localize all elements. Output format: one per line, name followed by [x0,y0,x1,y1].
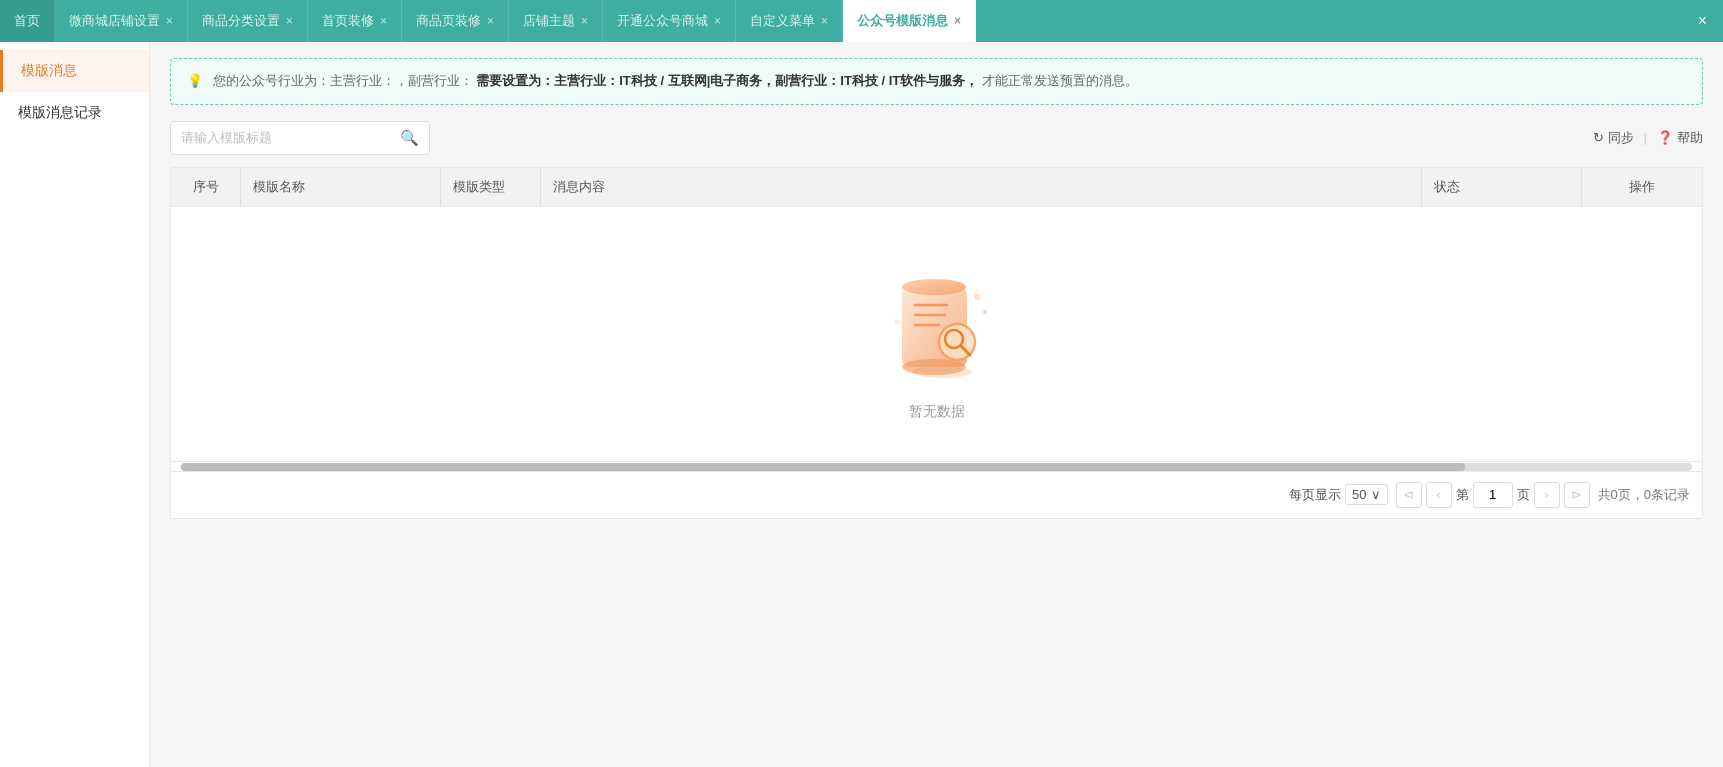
page-suffix-label: 页 [1517,486,1530,504]
svg-point-10 [974,294,980,300]
col-header-content: 消息内容 [541,168,1422,206]
col-header-status: 状态 [1422,168,1582,206]
sidebar: 模版消息 模版消息记录 [0,42,150,767]
svg-point-2 [902,279,966,295]
last-page-button[interactable]: ⊳ [1564,482,1590,508]
first-page-button[interactable]: ⊲ [1396,482,1422,508]
chevron-down-icon: ∨ [1371,487,1381,502]
tab-category[interactable]: 商品分类设置 × [188,0,308,42]
svg-point-12 [894,319,899,324]
help-icon: ❓ [1657,130,1673,145]
scrollbar-track [181,463,1692,471]
tab-weishop[interactable]: 微商城店铺设置 × [55,0,188,42]
tab-custommenu[interactable]: 自定义菜单 × [736,0,843,42]
toolbar-divider: | [1644,130,1647,145]
col-header-seq: 序号 [171,168,241,206]
scrollbar-thumb[interactable] [181,463,1465,471]
tab-mall[interactable]: 开通公众号商城 × [603,0,736,42]
per-page-value: 50 [1352,487,1366,502]
tab-bar-close-all[interactable]: × [1682,12,1723,30]
tab-product[interactable]: 商品页装修 × [402,0,509,42]
empty-state: 暂无数据 [171,207,1702,461]
tab-homepage-close[interactable]: × [380,14,387,28]
horizontal-scrollbar[interactable] [171,461,1702,471]
toolbar-right: ↻ 同步 | ❓ 帮助 [1593,129,1703,147]
tab-bar: 首页 微商城店铺设置 × 商品分类设置 × 首页装修 × 商品页装修 × 店铺主… [0,0,1723,42]
table-header: 序号 模版名称 模版类型 消息内容 状态 操作 [171,168,1702,207]
svg-point-11 [983,310,987,314]
tab-theme[interactable]: 店铺主题 × [509,0,603,42]
tab-custommenu-close[interactable]: × [821,14,828,28]
empty-icon [877,267,997,387]
tab-product-close[interactable]: × [487,14,494,28]
prev-page-button[interactable]: ‹ [1426,482,1452,508]
notice-banner: 💡 您的公众号行业为：主营行业：，副营行业： 需要设置为：主营行业：IT科技 /… [170,58,1703,105]
col-header-action: 操作 [1582,168,1702,206]
page-size-select: 每页显示 50 ∨ [1289,484,1387,505]
page-total-label: 共0页，0条记录 [1598,486,1690,504]
page-number-input[interactable] [1473,482,1513,508]
sync-button[interactable]: ↻ 同步 [1593,129,1634,147]
page-nav: ⊲ ‹ 第 页 › ⊳ [1396,482,1590,508]
tab-homepage[interactable]: 首页装修 × [308,0,402,42]
notice-icon: 💡 [187,73,203,88]
search-bar: 🔍 ↻ 同步 | ❓ 帮助 [170,121,1703,155]
col-header-type: 模版类型 [441,168,541,206]
tab-theme-close[interactable]: × [581,14,588,28]
data-table: 序号 模版名称 模版类型 消息内容 状态 操作 [170,167,1703,519]
page-prefix-label: 第 [1456,486,1469,504]
tab-mall-close[interactable]: × [714,14,721,28]
help-button[interactable]: ❓ 帮助 [1657,129,1703,147]
sync-icon: ↻ [1593,130,1604,145]
next-page-button[interactable]: › [1534,482,1560,508]
tab-weishop-close[interactable]: × [166,14,173,28]
svg-point-3 [902,359,966,375]
sidebar-item-template-log[interactable]: 模版消息记录 [0,92,149,134]
tab-template-close[interactable]: × [954,14,961,28]
empty-text: 暂无数据 [909,403,965,421]
content-area: 💡 您的公众号行业为：主营行业：，副营行业： 需要设置为：主营行业：IT科技 /… [150,42,1723,767]
pagination: 每页显示 50 ∨ ⊲ ‹ 第 页 › ⊳ 共0页，0条记录 [171,471,1702,518]
main-layout: 模版消息 模版消息记录 💡 您的公众号行业为：主营行业：，副营行业： 需要设置为… [0,42,1723,767]
tab-home[interactable]: 首页 [0,0,55,42]
sidebar-item-template-msg[interactable]: 模版消息 [0,50,149,92]
search-input[interactable] [181,130,400,145]
tab-template[interactable]: 公众号模版消息 × [843,0,976,42]
per-page-dropdown[interactable]: 50 ∨ [1345,484,1387,505]
search-input-wrap: 🔍 [170,121,430,155]
per-page-label: 每页显示 [1289,486,1341,504]
tab-category-close[interactable]: × [286,14,293,28]
col-header-name: 模版名称 [241,168,441,206]
search-icon[interactable]: 🔍 [400,129,419,147]
